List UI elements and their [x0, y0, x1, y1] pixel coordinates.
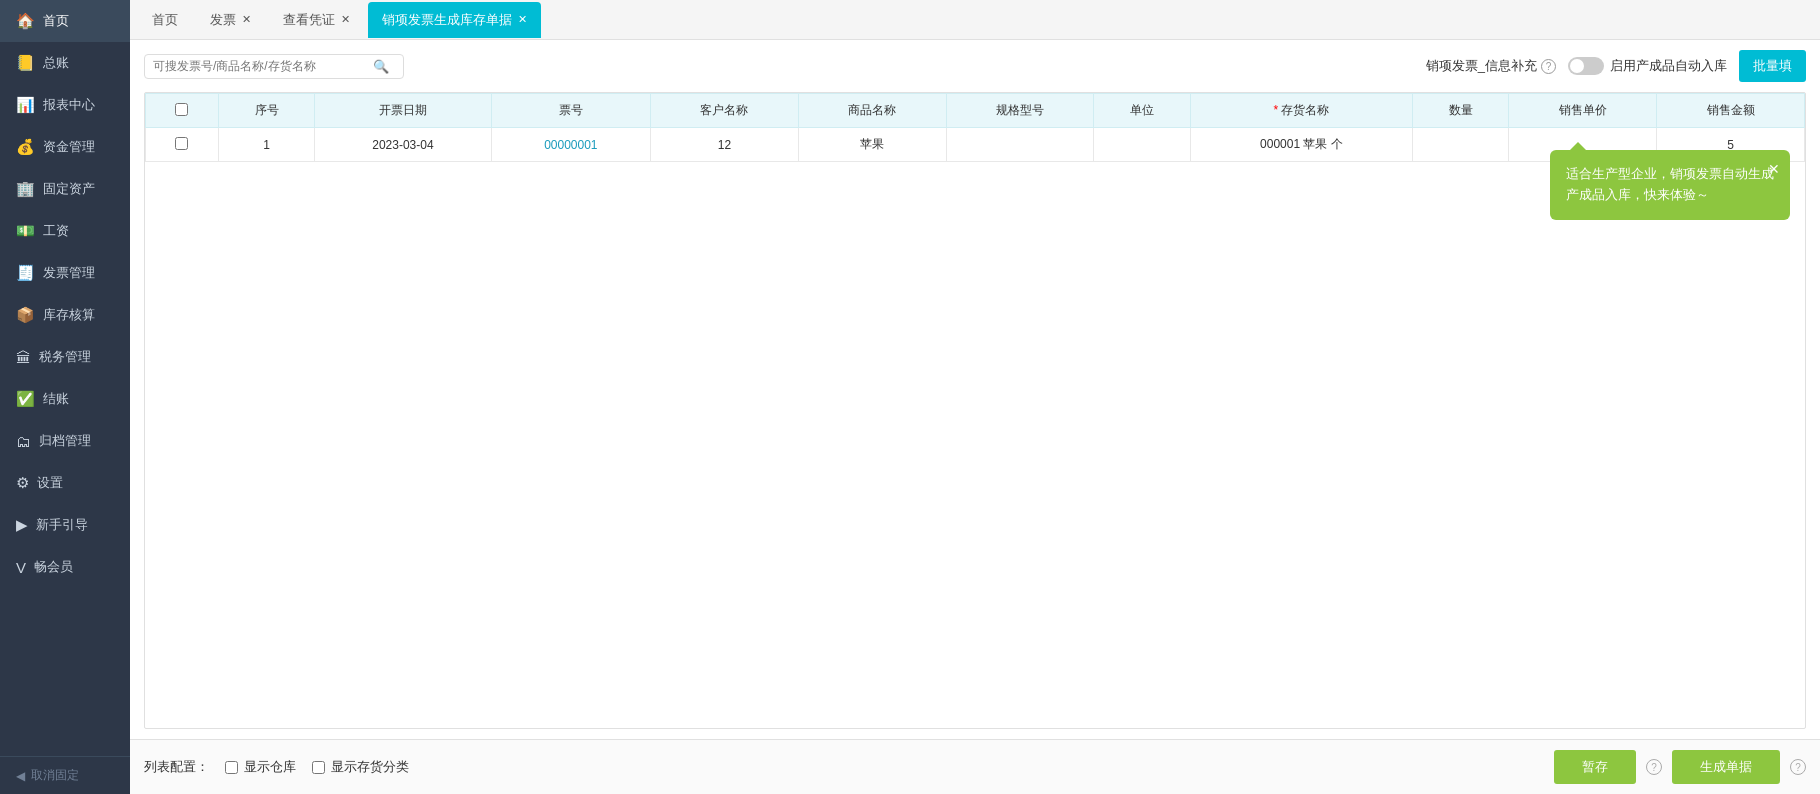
- tab-bar: 首页 发票 ✕ 查看凭证 ✕ 销项发票生成库存单据 ✕: [130, 0, 1820, 40]
- row-spec: [946, 128, 1094, 162]
- tab-invoice-close[interactable]: ✕: [242, 13, 251, 26]
- header-ticket-no: 票号: [491, 94, 650, 128]
- tab-generate-stock-close[interactable]: ✕: [518, 13, 527, 26]
- show-warehouse-checkbox[interactable]: [225, 761, 238, 774]
- tab-voucher[interactable]: 查看凭证 ✕: [269, 2, 364, 38]
- row-unit: [1094, 128, 1190, 162]
- row-ticket-no[interactable]: 00000001: [491, 128, 650, 162]
- show-warehouse-label[interactable]: 显示仓库: [225, 758, 296, 776]
- sidebar-item-member[interactable]: V 畅会员: [0, 546, 130, 588]
- home-icon: 🏠: [16, 12, 35, 30]
- generate-help-icon[interactable]: ?: [1790, 759, 1806, 775]
- main-area: 首页 发票 ✕ 查看凭证 ✕ 销项发票生成库存单据 ✕ 🔍 销项发票_信息补充: [130, 0, 1820, 794]
- header-amount: 销售金额: [1657, 94, 1805, 128]
- header-customer: 客户名称: [651, 94, 799, 128]
- header-spec: 规格型号: [946, 94, 1094, 128]
- cancel-fixed-btn[interactable]: ◀ 取消固定: [0, 756, 130, 794]
- row-checkbox-cell[interactable]: [146, 128, 219, 162]
- row-date: 2023-03-04: [315, 128, 491, 162]
- header-inventory: * 存货名称: [1190, 94, 1412, 128]
- sidebar-item-ledger[interactable]: 📒 总账: [0, 42, 130, 84]
- sidebar-item-tax[interactable]: 🏛 税务管理: [0, 336, 130, 378]
- footer: 列表配置： 显示仓库 显示存货分类 暂存 ? 生成单据 ?: [130, 739, 1820, 794]
- sidebar-item-archive[interactable]: 🗂 归档管理: [0, 420, 130, 462]
- salary-icon: 💵: [16, 222, 35, 240]
- content-area: 🔍 销项发票_信息补充 ? 启用产成品自动入库 批量填: [130, 40, 1820, 739]
- sidebar-item-guide[interactable]: ▶ 新手引导: [0, 504, 130, 546]
- select-all-checkbox[interactable]: [175, 103, 188, 116]
- ledger-icon: 📒: [16, 54, 35, 72]
- row-qty: [1412, 128, 1508, 162]
- inventory-icon: 📦: [16, 306, 35, 324]
- funds-icon: 💰: [16, 138, 35, 156]
- ticket-link[interactable]: 00000001: [544, 138, 597, 152]
- settings-icon: ⚙: [16, 474, 29, 492]
- save-btn[interactable]: 暂存: [1554, 750, 1636, 784]
- save-help-icon[interactable]: ?: [1646, 759, 1662, 775]
- header-qty: 数量: [1412, 94, 1508, 128]
- sidebar: 🏠 首页 📒 总账 📊 报表中心 💰 资金管理 🏢 固定资产 💵 工资 🧾 发票…: [0, 0, 130, 794]
- batch-fill-button[interactable]: 批量填: [1739, 50, 1806, 82]
- sidebar-item-invoice[interactable]: 🧾 发票管理: [0, 252, 130, 294]
- table-header-row: 序号 开票日期 票号 客户名称 商品名称 规格型号 单位 * 存货名称 数量 销…: [146, 94, 1805, 128]
- member-icon: V: [16, 559, 26, 576]
- search-input[interactable]: [153, 59, 373, 73]
- auto-warehouse-toggle[interactable]: [1568, 57, 1604, 75]
- row-seq: 1: [218, 128, 314, 162]
- header-unit-price: 销售单价: [1509, 94, 1657, 128]
- row-product: 苹果: [798, 128, 946, 162]
- guide-icon: ▶: [16, 516, 28, 534]
- header-seq: 序号: [218, 94, 314, 128]
- tax-icon: 🏛: [16, 349, 31, 366]
- show-category-label[interactable]: 显示存货分类: [312, 758, 409, 776]
- reports-icon: 📊: [16, 96, 35, 114]
- sidebar-item-assets[interactable]: 🏢 固定资产: [0, 168, 130, 210]
- header-unit: 单位: [1094, 94, 1190, 128]
- assets-icon: 🏢: [16, 180, 35, 198]
- pin-icon: ◀: [16, 769, 25, 783]
- footer-buttons: 暂存 ? 生成单据 ?: [1554, 750, 1806, 784]
- search-icon: 🔍: [373, 59, 389, 74]
- sidebar-item-inventory[interactable]: 📦 库存核算: [0, 294, 130, 336]
- row-checkbox[interactable]: [175, 137, 188, 150]
- toolbar: 🔍 销项发票_信息补充 ? 启用产成品自动入库 批量填: [144, 50, 1806, 82]
- sidebar-item-funds[interactable]: 💰 资金管理: [0, 126, 130, 168]
- header-product: 商品名称: [798, 94, 946, 128]
- show-category-checkbox[interactable]: [312, 761, 325, 774]
- close-account-icon: ✅: [16, 390, 35, 408]
- header-date: 开票日期: [315, 94, 491, 128]
- toggle-group: 启用产成品自动入库: [1568, 57, 1727, 75]
- sidebar-item-reports[interactable]: 📊 报表中心: [0, 84, 130, 126]
- generate-btn[interactable]: 生成单据: [1672, 750, 1780, 784]
- toolbar-right: 销项发票_信息补充 ? 启用产成品自动入库 批量填: [1426, 50, 1806, 82]
- tab-invoice[interactable]: 发票 ✕: [196, 2, 265, 38]
- tab-generate-stock[interactable]: 销项发票生成库存单据 ✕: [368, 2, 541, 38]
- info-help-icon[interactable]: ?: [1541, 59, 1556, 74]
- sidebar-item-salary[interactable]: 💵 工资: [0, 210, 130, 252]
- row-inventory[interactable]: 000001 苹果 个: [1190, 128, 1412, 162]
- sidebar-item-settings[interactable]: ⚙ 设置: [0, 462, 130, 504]
- search-box[interactable]: 🔍: [144, 54, 404, 79]
- tooltip-close-btn[interactable]: ✕: [1768, 158, 1780, 180]
- row-customer: 12: [651, 128, 799, 162]
- sidebar-item-close[interactable]: ✅ 结账: [0, 378, 130, 420]
- header-checkbox[interactable]: [146, 94, 219, 128]
- info-label: 销项发票_信息补充 ?: [1426, 57, 1556, 75]
- sidebar-item-home[interactable]: 🏠 首页: [0, 0, 130, 42]
- tab-home[interactable]: 首页: [138, 2, 192, 38]
- config-label: 列表配置：: [144, 758, 209, 776]
- tab-voucher-close[interactable]: ✕: [341, 13, 350, 26]
- feature-tooltip: ✕ 适合生产型企业，销项发票自动生成产成品入库，快来体验～: [1550, 150, 1790, 220]
- archive-icon: 🗂: [16, 433, 31, 450]
- invoice-icon: 🧾: [16, 264, 35, 282]
